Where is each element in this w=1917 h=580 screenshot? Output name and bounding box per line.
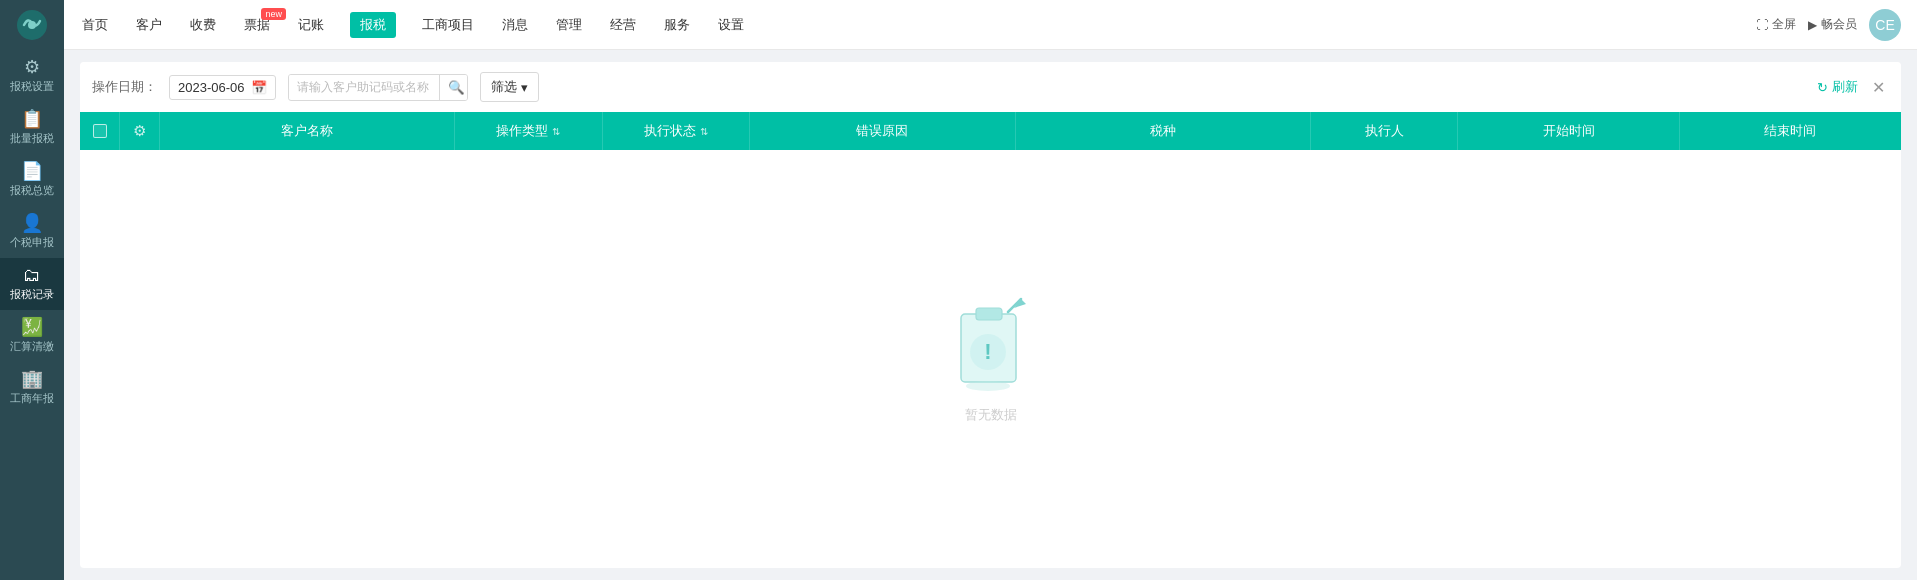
th-end-time: 结束时间 [1680,112,1901,150]
search-button[interactable]: 🔍 [439,75,468,100]
member-button[interactable]: ▶ 畅会员 [1808,16,1857,33]
annual-report-icon: 🏢 [21,370,43,388]
sidebar-item-label: 报税设置 [10,79,54,94]
nav-customer[interactable]: 客户 [134,12,164,38]
sidebar-item-label: 报税记录 [10,287,54,302]
search-box: 🔍 [288,74,468,101]
nav-management[interactable]: 管理 [554,12,584,38]
search-icon: 🔍 [448,80,465,95]
column-settings-icon[interactable]: ⚙ [133,122,146,140]
empty-state: ! 暂无数据 [906,254,1076,464]
sidebar-item-baoshui-zonglam[interactable]: 📄 报税总览 [0,154,64,206]
th-operation-type[interactable]: 操作类型 ⇅ [455,112,603,150]
sidebar-item-gongshang-nianbao[interactable]: 🏢 工商年报 [0,362,64,414]
topnav-right: ⛶ 全屏 ▶ 畅会员 CE [1756,9,1901,41]
sidebar-item-baoshui-jilu[interactable]: 🗂 报税记录 [0,258,64,310]
refresh-label: 刷新 [1832,78,1858,96]
nav-tax[interactable]: 报税 [350,12,396,38]
fullscreen-label: 全屏 [1772,16,1796,33]
nav-industry[interactable]: 工商项目 [420,12,476,38]
sidebar-item-piliang-baoshui[interactable]: 📋 批量报税 [0,102,64,154]
personal-tax-icon: 👤 [21,214,43,232]
th-checkbox[interactable] [80,112,120,150]
main-container: 首页 客户 收费 票据 new 记账 报税 工商项目 消息 管理 经营 服务 设… [64,0,1917,580]
th-exec-status[interactable]: 执行状态 ⇅ [603,112,751,150]
nav-services[interactable]: 服务 [662,12,692,38]
empty-illustration: ! [946,294,1036,394]
svg-point-8 [966,381,1010,391]
table-wrapper: 操作日期： 2023-06-06 📅 🔍 筛选 ▾ [80,62,1901,568]
user-avatar[interactable]: CE [1869,9,1901,41]
filter-label: 筛选 [491,78,517,96]
calendar-icon: 📅 [251,80,267,95]
th-error-reason: 错误原因 [750,112,1016,150]
sidebar-item-geshuishibao[interactable]: 👤 个税申报 [0,206,64,258]
empty-text: 暂无数据 [965,406,1017,424]
member-label: 畅会员 [1821,16,1857,33]
date-picker[interactable]: 2023-06-06 📅 [169,75,276,100]
refresh-icon: ↻ [1817,80,1828,95]
svg-text:!: ! [984,339,991,364]
nav-accounts[interactable]: 记账 [296,12,326,38]
nav-invoice[interactable]: 票据 new [242,12,272,38]
nav-messages[interactable]: 消息 [500,12,530,38]
toolbar: 操作日期： 2023-06-06 📅 🔍 筛选 ▾ [80,62,1901,112]
svg-rect-3 [976,308,1002,320]
nav-receipts[interactable]: 收费 [188,12,218,38]
nav-settings[interactable]: 设置 [716,12,746,38]
chevron-down-icon: ▾ [521,80,528,95]
sidebar-item-label: 报税总览 [10,183,54,198]
play-icon: ▶ [1808,18,1817,32]
nav-operations[interactable]: 经营 [608,12,638,38]
sidebar-logo [0,0,64,50]
sidebar-item-label: 工商年报 [10,391,54,406]
settlement-icon: 💹 [21,318,43,336]
th-start-time: 开始时间 [1458,112,1679,150]
batch-tax-icon: 📋 [21,110,43,128]
th-tax-type: 税种 [1016,112,1311,150]
nav-invoice-badge: new [261,8,286,20]
toolbar-right: ↻ 刷新 ✕ [1817,78,1889,97]
date-label: 操作日期： [92,78,157,96]
th-client-name: 客户名称 [160,112,455,150]
close-button[interactable]: ✕ [1868,78,1889,97]
date-value: 2023-06-06 [178,80,245,95]
th-settings[interactable]: ⚙ [120,112,160,150]
tax-settings-icon: ⚙ [24,58,40,76]
filter-button[interactable]: 筛选 ▾ [480,72,539,102]
nav-home[interactable]: 首页 [80,12,110,38]
sidebar-item-baoshui-shezhi[interactable]: ⚙ 报税设置 [0,50,64,102]
refresh-button[interactable]: ↻ 刷新 [1817,78,1858,96]
sort-icon: ⇅ [552,126,560,137]
content-area: 操作日期： 2023-06-06 📅 🔍 筛选 ▾ [64,50,1917,580]
fullscreen-icon: ⛶ [1756,18,1768,32]
sidebar-item-huisuan-jiaona[interactable]: 💹 汇算清缴 [0,310,64,362]
page-content: 操作日期： 2023-06-06 📅 🔍 筛选 ▾ [64,50,1917,580]
select-all-checkbox[interactable] [93,124,107,138]
fullscreen-button[interactable]: ⛶ 全屏 [1756,16,1796,33]
tax-record-icon: 🗂 [23,266,41,284]
search-input[interactable] [289,75,439,99]
topnav: 首页 客户 收费 票据 new 记账 报税 工商项目 消息 管理 经营 服务 设… [64,0,1917,50]
table-body: ! 暂无数据 [80,150,1901,568]
svg-point-1 [28,21,36,29]
th-executor: 执行人 [1311,112,1459,150]
sidebar: ⚙ 报税设置 📋 批量报税 📄 报税总览 👤 个税申报 🗂 报税记录 💹 汇算清… [0,0,64,580]
table-header: ⚙ 客户名称 操作类型 ⇅ 执行状态 ⇅ 错误原因 [80,112,1901,150]
sidebar-item-label: 汇算清缴 [10,339,54,354]
sidebar-item-label: 个税申报 [10,235,54,250]
sidebar-item-label: 批量报税 [10,131,54,146]
tax-overview-icon: 📄 [21,162,43,180]
sort-icon: ⇅ [700,126,708,137]
